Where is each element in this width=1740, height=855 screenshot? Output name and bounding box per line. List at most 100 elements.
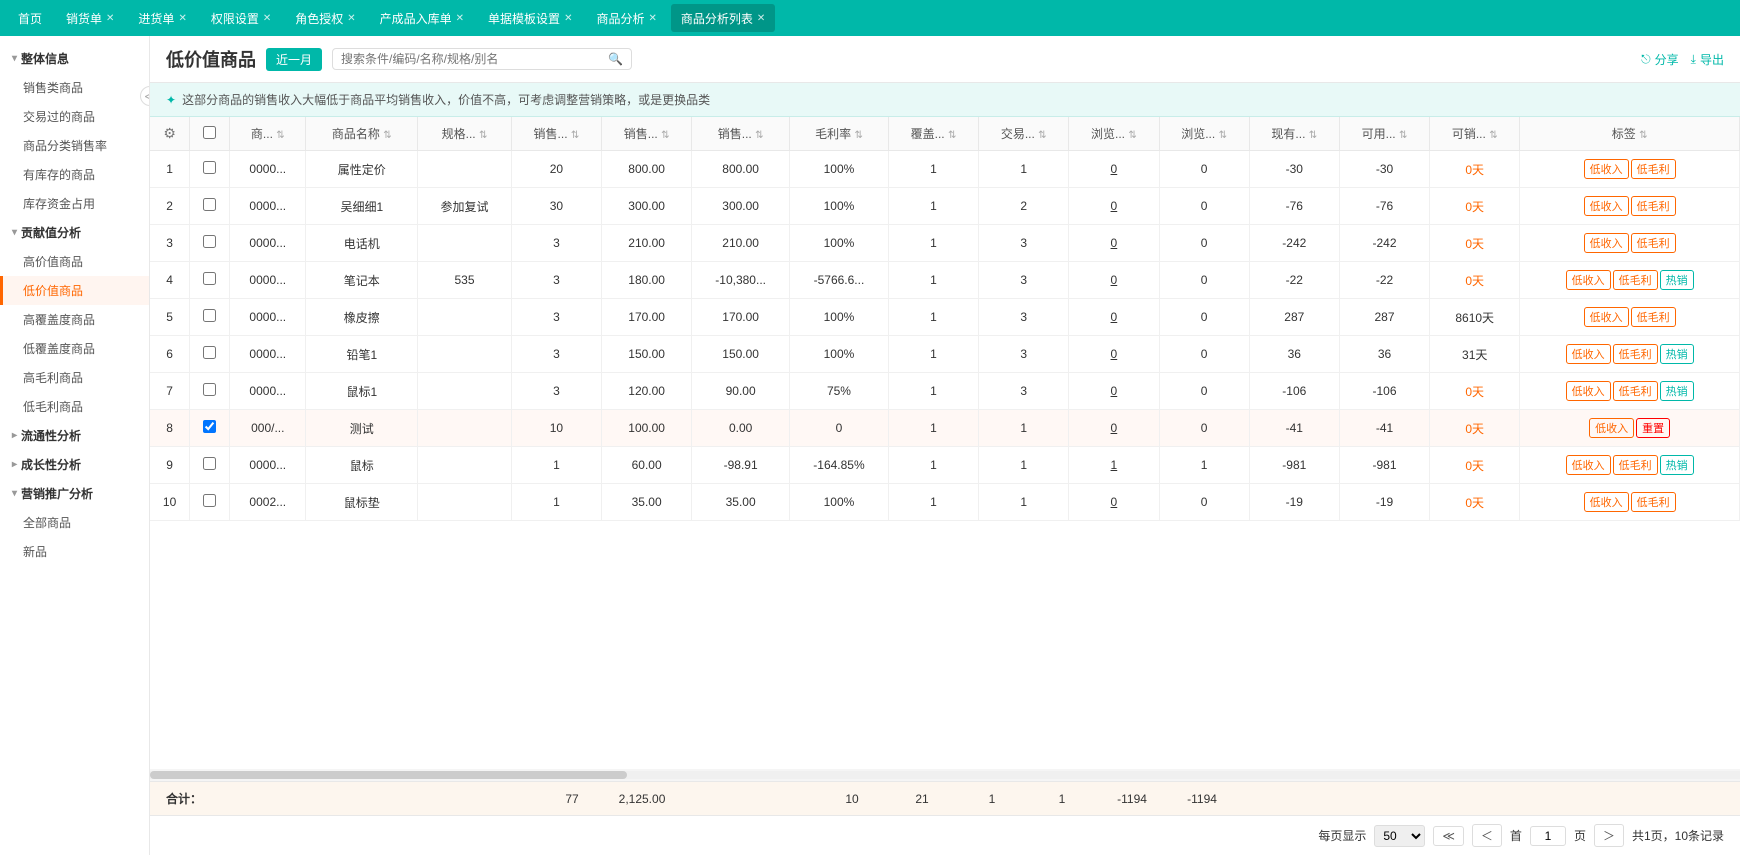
row-check-cell[interactable] <box>190 336 230 373</box>
sale3-header[interactable]: 销售... ⇅ <box>692 117 790 151</box>
row-browse1-cell[interactable]: 0 <box>1069 336 1159 373</box>
check-header[interactable] <box>190 117 230 151</box>
browse2-header[interactable]: 浏览... ⇅ <box>1159 117 1249 151</box>
browse1-link[interactable]: 1 <box>1111 458 1118 472</box>
cover-header[interactable]: 覆盖... ⇅ <box>888 117 978 151</box>
row-check-cell[interactable] <box>190 484 230 521</box>
row-browse1-cell[interactable]: 0 <box>1069 484 1159 521</box>
sidebar-group-general[interactable]: ▾ 整体信息 <box>0 44 149 73</box>
row-check-cell[interactable] <box>190 410 230 447</box>
page-size-select[interactable]: 50 100 200 <box>1374 825 1425 847</box>
sidebar-group-marketing[interactable]: ▾ 营销推广分析 <box>0 479 149 508</box>
page-number-input[interactable] <box>1530 826 1566 846</box>
row-check-cell[interactable] <box>190 262 230 299</box>
sale1-header[interactable]: 销售... ⇅ <box>511 117 601 151</box>
row-browse1-cell[interactable]: 0 <box>1069 262 1159 299</box>
row-check-cell[interactable] <box>190 225 230 262</box>
row-browse1-cell[interactable]: 0 <box>1069 373 1159 410</box>
browse1-link[interactable]: 0 <box>1111 347 1118 361</box>
nav-template-settings[interactable]: 单据模板设置 ✕ <box>478 4 582 32</box>
search-icon[interactable]: 🔍 <box>608 52 623 66</box>
horizontal-scrollbar[interactable] <box>150 771 1740 779</box>
nav-home[interactable]: 首页 <box>8 4 52 32</box>
nav-close-product-inbound[interactable]: ✕ <box>456 13 464 24</box>
row-checkbox[interactable] <box>203 457 216 470</box>
nav-purchase[interactable]: 进货单 ✕ <box>128 4 196 32</box>
export-button[interactable]: ⤓ 导出 <box>1691 51 1724 68</box>
sidebar-item-sales-products[interactable]: 销售类商品 <box>0 73 149 102</box>
trade-header[interactable]: 交易... ⇅ <box>979 117 1069 151</box>
search-input[interactable] <box>341 52 604 66</box>
nav-product-analysis[interactable]: 商品分析 ✕ <box>586 4 666 32</box>
row-checkbox[interactable] <box>203 346 216 359</box>
row-checkbox[interactable] <box>203 494 216 507</box>
browse1-link[interactable]: 0 <box>1111 273 1118 287</box>
row-checkbox[interactable] <box>203 309 216 322</box>
nav-close-template-settings[interactable]: ✕ <box>564 13 572 24</box>
sidebar-item-high-profit[interactable]: 高毛利商品 <box>0 363 149 392</box>
nav-permissions[interactable]: 权限设置 ✕ <box>201 4 281 32</box>
row-checkbox[interactable] <box>203 235 216 248</box>
tags-header[interactable]: 标签 ⇅ <box>1520 117 1740 151</box>
row-check-cell[interactable] <box>190 151 230 188</box>
browse1-link[interactable]: 0 <box>1111 384 1118 398</box>
profit-rate-header[interactable]: 毛利率 ⇅ <box>790 117 889 151</box>
time-filter-button[interactable]: 近一月 <box>266 48 322 71</box>
browse1-link[interactable]: 0 <box>1111 421 1118 435</box>
nav-close-sales[interactable]: ✕ <box>106 13 114 24</box>
browse1-link[interactable]: 0 <box>1111 495 1118 509</box>
nav-close-purchase[interactable]: ✕ <box>178 13 186 24</box>
sale2-header[interactable]: 销售... ⇅ <box>602 117 692 151</box>
row-checkbox[interactable] <box>203 161 216 174</box>
row-browse1-cell[interactable]: 0 <box>1069 299 1159 336</box>
gear-header[interactable]: ⚙ <box>150 117 190 151</box>
row-check-cell[interactable] <box>190 299 230 336</box>
browse1-link[interactable]: 0 <box>1111 199 1118 213</box>
sidebar-item-stock-capital[interactable]: 库存资金占用 <box>0 189 149 218</box>
nav-role-auth[interactable]: 角色授权 ✕ <box>285 4 365 32</box>
row-checkbox[interactable] <box>203 420 216 433</box>
browse1-link[interactable]: 0 <box>1111 310 1118 324</box>
row-browse1-cell[interactable]: 1 <box>1069 447 1159 484</box>
row-checkbox[interactable] <box>203 383 216 396</box>
sidebar-item-all-products[interactable]: 全部商品 <box>0 508 149 537</box>
sidebar-item-low-value[interactable]: 低价值商品 <box>0 276 149 305</box>
settings-icon[interactable]: ⚙ <box>163 125 176 141</box>
nav-product-analysis-list[interactable]: 商品分析列表 ✕ <box>671 4 775 32</box>
share-button[interactable]: ⎋ 分享 <box>1641 51 1679 68</box>
sidebar-item-new-products[interactable]: 新品 <box>0 537 149 566</box>
nav-close-permissions[interactable]: ✕ <box>263 13 271 24</box>
sidebar-item-low-profit[interactable]: 低毛利商品 <box>0 392 149 421</box>
row-browse1-cell[interactable]: 0 <box>1069 188 1159 225</box>
first-page-btn[interactable]: ≪ <box>1433 826 1464 846</box>
row-browse1-cell[interactable]: 0 <box>1069 225 1159 262</box>
nav-sales[interactable]: 销货单 ✕ <box>56 4 124 32</box>
row-check-cell[interactable] <box>190 373 230 410</box>
row-checkbox[interactable] <box>203 272 216 285</box>
row-browse1-cell[interactable]: 0 <box>1069 151 1159 188</box>
sidebar-item-category-sales-rate[interactable]: 商品分类销售率 <box>0 131 149 160</box>
row-checkbox[interactable] <box>203 198 216 211</box>
sidebar-item-high-coverage[interactable]: 高覆盖度商品 <box>0 305 149 334</box>
name-header[interactable]: 商品名称 ⇅ <box>306 117 418 151</box>
available-header[interactable]: 可用... ⇅ <box>1339 117 1429 151</box>
next-page-btn[interactable]: ＞ <box>1594 824 1624 847</box>
spec-header[interactable]: 规格... ⇅ <box>418 117 512 151</box>
row-check-cell[interactable] <box>190 188 230 225</box>
code-header[interactable]: 商... ⇅ <box>230 117 306 151</box>
browse1-link[interactable]: 0 <box>1111 162 1118 176</box>
sidebar-group-contribution[interactable]: ▾ 贡献值分析 <box>0 218 149 247</box>
scrollbar-thumb[interactable] <box>150 771 627 779</box>
browse1-header[interactable]: 浏览... ⇅ <box>1069 117 1159 151</box>
sidebar-group-growth[interactable]: ▸ 成长性分析 <box>0 450 149 479</box>
row-browse1-cell[interactable]: 0 <box>1069 410 1159 447</box>
sidebar-item-stock-products[interactable]: 有库存的商品 <box>0 160 149 189</box>
sidebar-group-liquidity[interactable]: ▸ 流通性分析 <box>0 421 149 450</box>
nav-close-product-analysis-list[interactable]: ✕ <box>757 13 765 24</box>
nav-product-inbound[interactable]: 产成品入库单 ✕ <box>370 4 474 32</box>
nav-close-role-auth[interactable]: ✕ <box>347 13 355 24</box>
prev-page-btn[interactable]: ＜ <box>1472 824 1502 847</box>
sidebar-item-traded-products[interactable]: 交易过的商品 <box>0 102 149 131</box>
sidebar-item-low-coverage[interactable]: 低覆盖度商品 <box>0 334 149 363</box>
browse1-link[interactable]: 0 <box>1111 236 1118 250</box>
